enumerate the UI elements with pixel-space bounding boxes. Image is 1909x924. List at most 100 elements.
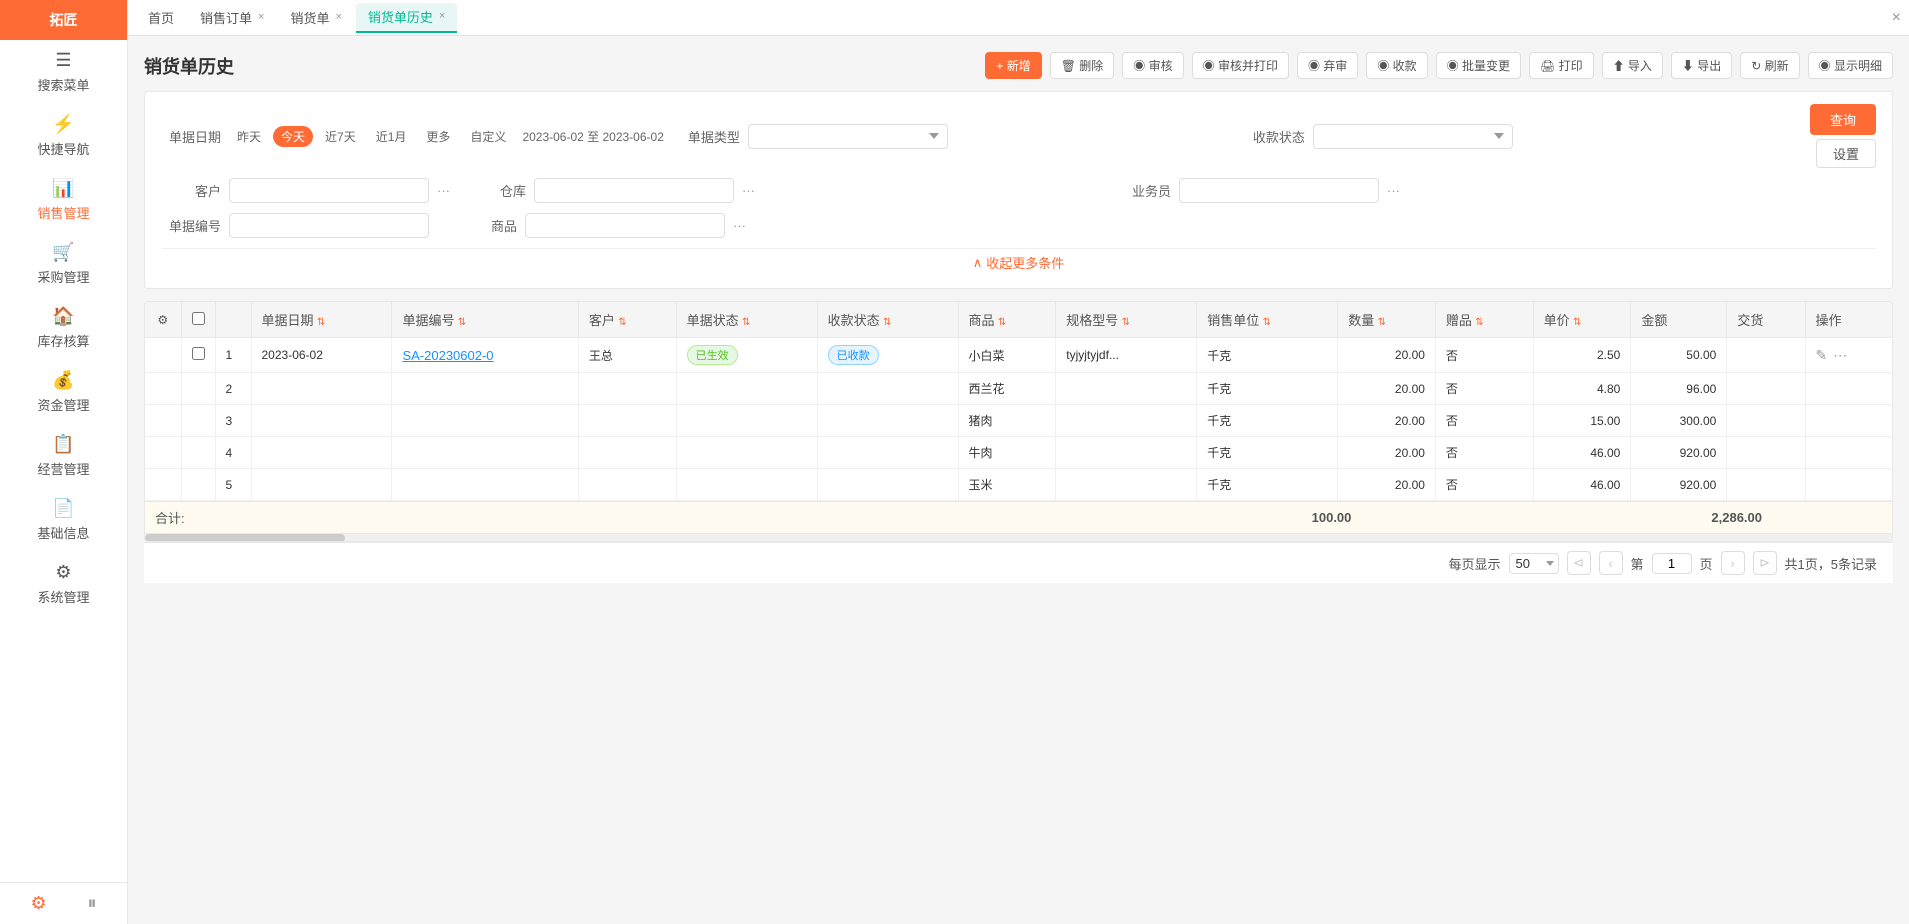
row-gear-cell[interactable] bbox=[145, 405, 181, 437]
collect-button[interactable]: ◉ 收款 bbox=[1366, 52, 1427, 79]
row-customer bbox=[578, 469, 676, 501]
salesperson-more-icon[interactable]: ··· bbox=[1387, 183, 1400, 198]
date-shortcuts: 昨天 今天 近7天 近1月 更多 自定义 bbox=[229, 126, 514, 147]
query-button[interactable]: 查询 bbox=[1810, 104, 1876, 135]
row-doc-date bbox=[251, 469, 392, 501]
warehouse-input[interactable] bbox=[534, 178, 734, 203]
date-btn-1month[interactable]: 近1月 bbox=[368, 126, 415, 147]
date-btn-7days[interactable]: 近7天 bbox=[317, 126, 364, 147]
import-button[interactable]: ⬆ 导入 bbox=[1602, 52, 1663, 79]
close-tab-sales-order[interactable]: × bbox=[258, 12, 264, 23]
row-action bbox=[1805, 373, 1892, 405]
collapse-button[interactable]: ∧ 收起更多条件 bbox=[161, 248, 1876, 276]
sidebar-collapse-icon[interactable]: ⏸ bbox=[88, 893, 97, 914]
new-button[interactable]: + 新增 bbox=[985, 52, 1041, 79]
sort-gift-icon: ⇅ bbox=[1475, 317, 1483, 328]
product-input[interactable] bbox=[525, 213, 725, 238]
row-gear-cell[interactable] bbox=[145, 469, 181, 501]
row-gear-cell[interactable] bbox=[145, 338, 181, 373]
row-gift: 否 bbox=[1435, 469, 1533, 501]
filter-area: 单据日期 昨天 今天 近7天 近1月 更多 自定义 2023-06-02 至 2… bbox=[144, 91, 1893, 289]
show-detail-button[interactable]: ◉ 显示明细 bbox=[1808, 52, 1893, 79]
col-doc-status[interactable]: 单据状态 ⇅ bbox=[676, 302, 817, 338]
row-gear-cell[interactable] bbox=[145, 437, 181, 469]
col-doc-no[interactable]: 单据编号 ⇅ bbox=[392, 302, 578, 338]
date-btn-today[interactable]: 今天 bbox=[273, 126, 313, 147]
export-button[interactable]: ⬇ 导出 bbox=[1671, 52, 1732, 79]
col-qty[interactable]: 数量 ⇅ bbox=[1338, 302, 1436, 338]
row-checkbox-cell bbox=[181, 373, 215, 405]
sidebar-item-finance[interactable]: 💰 资金管理 bbox=[0, 360, 127, 424]
more-action-icon[interactable]: ⋯ bbox=[1833, 347, 1847, 364]
row-checkbox[interactable] bbox=[192, 347, 205, 360]
sidebar-item-purchase-mgmt[interactable]: 🛒 采购管理 bbox=[0, 232, 127, 296]
prev-page-button[interactable]: ‹ bbox=[1599, 551, 1623, 575]
row-gift: 否 bbox=[1435, 405, 1533, 437]
last-page-button[interactable]: ⊳ bbox=[1753, 551, 1777, 575]
product-more-icon[interactable]: ··· bbox=[733, 218, 746, 233]
settings-button[interactable]: 设置 bbox=[1816, 139, 1876, 168]
sidebar-item-system-mgmt[interactable]: ⚙ 系统管理 bbox=[0, 552, 127, 616]
sidebar-item-quick-nav[interactable]: ⚡ 快捷导航 bbox=[0, 104, 127, 168]
horizontal-scrollbar[interactable] bbox=[145, 533, 1892, 541]
row-spec bbox=[1056, 373, 1197, 405]
warehouse-more-icon[interactable]: ··· bbox=[742, 183, 755, 198]
sidebar-item-inventory[interactable]: 🏠 库存核算 bbox=[0, 296, 127, 360]
col-collect-status[interactable]: 收款状态 ⇅ bbox=[817, 302, 958, 338]
per-page-select[interactable]: 50 100 200 bbox=[1509, 553, 1559, 574]
col-spec[interactable]: 规格型号 ⇅ bbox=[1056, 302, 1197, 338]
refresh-button[interactable]: ↻ 刷新 bbox=[1740, 52, 1799, 79]
date-btn-yesterday[interactable]: 昨天 bbox=[229, 126, 269, 147]
sidebar-item-sales-mgmt[interactable]: 📊 销售管理 bbox=[0, 168, 127, 232]
sort-doc-status-icon: ⇅ bbox=[742, 317, 750, 328]
doc-no-link[interactable]: SA-20230602-0 bbox=[402, 348, 493, 363]
sidebar-item-operation[interactable]: 📋 经营管理 bbox=[0, 424, 127, 488]
date-btn-custom[interactable]: 自定义 bbox=[462, 126, 514, 147]
customer-more-icon[interactable]: ··· bbox=[437, 183, 450, 198]
batch-change-button[interactable]: ◉ 批量变更 bbox=[1436, 52, 1521, 79]
tab-sales-delivery[interactable]: 销货单 × bbox=[278, 3, 353, 33]
page-input[interactable] bbox=[1652, 553, 1692, 574]
sidebar-item-basic-info[interactable]: 📄 基础信息 bbox=[0, 488, 127, 552]
tab-home[interactable]: 首页 bbox=[136, 3, 186, 33]
row-doc-status bbox=[676, 405, 817, 437]
row-no-cell: 5 bbox=[215, 469, 251, 501]
close-tab-sales-delivery-history[interactable]: × bbox=[439, 11, 445, 22]
select-all-checkbox[interactable] bbox=[192, 312, 205, 325]
audit-button[interactable]: ◉ 审核 bbox=[1122, 52, 1183, 79]
print-button[interactable]: 🖨 打印 bbox=[1529, 52, 1594, 79]
tab-sales-order[interactable]: 销售订单 × bbox=[188, 3, 276, 33]
sidebar-settings-icon[interactable]: ⚙ bbox=[30, 893, 46, 914]
abandon-button[interactable]: ◉ 弃审 bbox=[1297, 52, 1358, 79]
doc-no-input[interactable] bbox=[229, 213, 429, 238]
data-table-wrap: ⚙ 单据日期 ⇅ 单据编号 ⇅ 客户 ⇅ bbox=[144, 301, 1893, 542]
scrollbar-thumb[interactable] bbox=[145, 534, 345, 542]
doc-type-select[interactable] bbox=[748, 124, 948, 149]
customer-input[interactable] bbox=[229, 178, 429, 203]
audit-print-button[interactable]: ◉ 审核并打印 bbox=[1192, 52, 1289, 79]
close-all-tabs-button[interactable]: × bbox=[1892, 9, 1901, 27]
col-doc-date[interactable]: 单据日期 ⇅ bbox=[251, 302, 392, 338]
tab-sales-delivery-history[interactable]: 销货单历史 × bbox=[356, 3, 457, 33]
edit-action-icon[interactable]: ✎ bbox=[1816, 347, 1828, 364]
date-btn-more[interactable]: 更多 bbox=[418, 126, 458, 147]
date-label: 单据日期 bbox=[161, 127, 221, 146]
row-doc-status bbox=[676, 437, 817, 469]
col-product[interactable]: 商品 ⇅ bbox=[958, 302, 1056, 338]
col-gear[interactable]: ⚙ bbox=[145, 302, 181, 338]
next-page-button[interactable]: › bbox=[1721, 551, 1745, 575]
row-product: 牛肉 bbox=[958, 437, 1056, 469]
close-tab-sales-delivery[interactable]: × bbox=[335, 12, 341, 23]
first-page-button[interactable]: ⊲ bbox=[1567, 551, 1591, 575]
col-price[interactable]: 单价 ⇅ bbox=[1533, 302, 1631, 338]
col-customer[interactable]: 客户 ⇅ bbox=[578, 302, 676, 338]
row-collect-status: 已收款 bbox=[817, 338, 958, 373]
col-gift[interactable]: 赠品 ⇅ bbox=[1435, 302, 1533, 338]
sidebar-item-search-menu[interactable]: ☰ 搜索菜单 bbox=[0, 40, 127, 104]
col-unit[interactable]: 销售单位 ⇅ bbox=[1197, 302, 1338, 338]
salesperson-input[interactable] bbox=[1179, 178, 1379, 203]
row-gear-cell[interactable] bbox=[145, 373, 181, 405]
delete-button[interactable]: 🗑 删除 bbox=[1050, 52, 1115, 79]
sort-product-icon: ⇅ bbox=[998, 317, 1006, 328]
collect-status-select[interactable] bbox=[1313, 124, 1513, 149]
